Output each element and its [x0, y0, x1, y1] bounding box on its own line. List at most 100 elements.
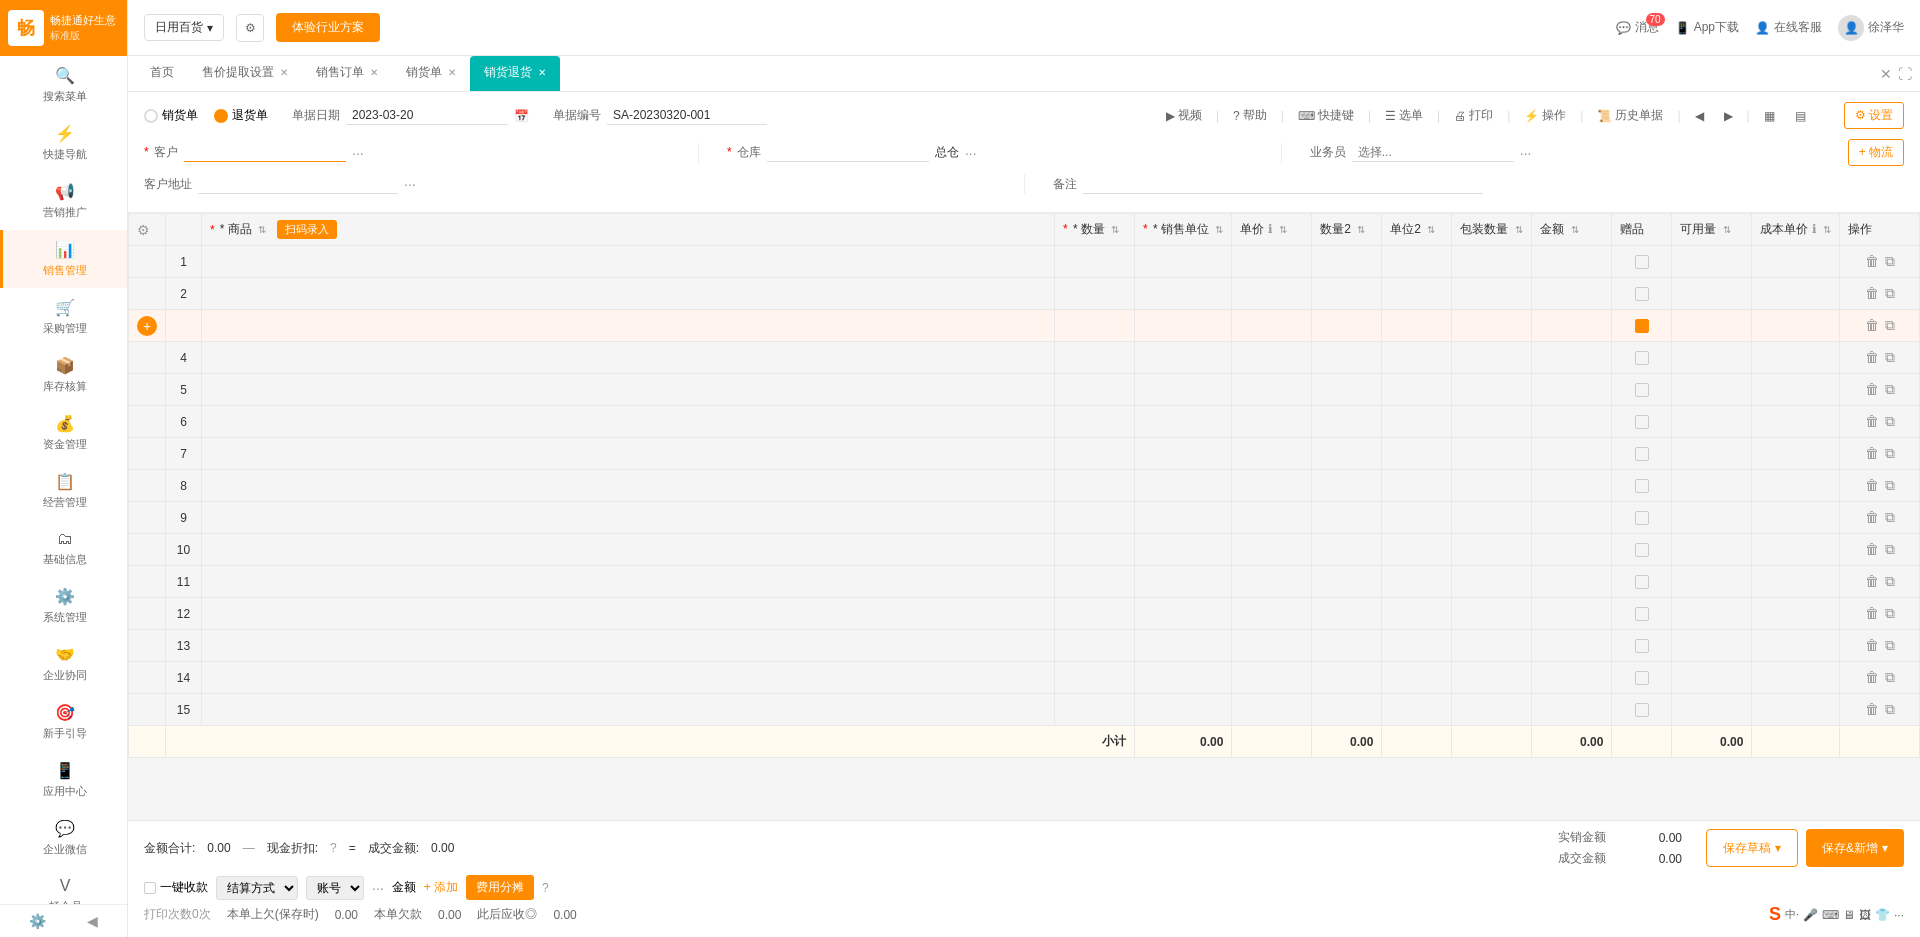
copy-icon[interactable]: ⧉ — [1885, 285, 1895, 302]
daily-select[interactable]: 日用百货 ▾ — [144, 14, 224, 41]
add-row-btn[interactable]: + — [137, 316, 157, 336]
keyboard-icon[interactable]: ⌨ — [1822, 908, 1839, 922]
shortcut-btn[interactable]: ⌨ 快捷键 — [1292, 105, 1360, 126]
row-amount[interactable] — [1532, 278, 1612, 310]
maximize-btn[interactable]: ⛶ — [1898, 66, 1912, 82]
one-click-payment-checkbox[interactable]: 一键收款 — [144, 879, 208, 896]
row-unit2[interactable] — [1382, 246, 1452, 278]
sidebar-item-member[interactable]: V 畅会员 — [0, 867, 127, 904]
row-pkg[interactable] — [1452, 246, 1532, 278]
message-btn[interactable]: 💬 消息 70 — [1616, 19, 1659, 36]
save-new-btn[interactable]: 保存&新增 ▾ — [1806, 829, 1904, 867]
qty-sort-icon[interactable]: ⇅ — [1111, 224, 1119, 235]
customer-dots-btn[interactable]: ··· — [352, 145, 364, 161]
radio-sale[interactable]: 销货单 — [144, 107, 198, 124]
copy-icon[interactable]: ⧉ — [1885, 349, 1895, 366]
sidebar-item-quicknav[interactable]: ⚡ 快捷导航 — [0, 114, 127, 172]
row-price[interactable] — [1232, 310, 1312, 342]
sidebar-item-inventory[interactable]: 📦 库存核算 — [0, 346, 127, 404]
copy-icon[interactable]: ⧉ — [1885, 445, 1895, 462]
tab-home[interactable]: 首页 — [136, 56, 188, 91]
sidebar-item-operations[interactable]: 📋 经营管理 — [0, 462, 127, 520]
logistics-btn[interactable]: + 物流 — [1848, 139, 1904, 166]
row-qty2[interactable] — [1312, 246, 1382, 278]
delete-icon[interactable]: 🗑 — [1865, 573, 1879, 590]
copy-icon[interactable]: ⧉ — [1885, 413, 1895, 430]
row-cost[interactable] — [1752, 246, 1840, 278]
fee-split-btn[interactable]: 费用分摊 — [466, 875, 534, 900]
row-price[interactable] — [1232, 246, 1312, 278]
operate-btn[interactable]: ⚡ 操作 — [1518, 105, 1572, 126]
delete-icon[interactable]: 🗑 — [1865, 253, 1879, 270]
doc-date-input[interactable] — [346, 106, 508, 125]
row-cost[interactable] — [1752, 278, 1840, 310]
payment-account-select[interactable]: 账号 — [306, 876, 364, 900]
tab-sale-order-close[interactable]: ✕ — [370, 67, 378, 78]
copy-icon[interactable]: ⧉ — [1885, 381, 1895, 398]
prev-doc-btn[interactable]: ◀ — [1689, 107, 1710, 125]
delete-icon[interactable]: 🗑 — [1865, 605, 1879, 622]
row-qty[interactable] — [1054, 246, 1134, 278]
row-amount[interactable] — [1532, 310, 1612, 342]
sales-person-input[interactable] — [1352, 143, 1514, 162]
sidebar-item-marketing[interactable]: 📢 营销推广 — [0, 172, 127, 230]
sidebar-item-finance[interactable]: 💰 资金管理 — [0, 404, 127, 462]
sales-person-dots-btn[interactable]: ··· — [1520, 145, 1532, 161]
account-dots-btn[interactable]: ··· — [372, 880, 384, 896]
tab-sale-return-close[interactable]: ✕ — [538, 67, 546, 78]
delete-icon[interactable]: 🗑 — [1865, 413, 1879, 430]
online-service-btn[interactable]: 👤 在线客服 — [1755, 19, 1822, 36]
copy-icon[interactable]: ⧉ — [1885, 573, 1895, 590]
row-amount[interactable] — [1532, 246, 1612, 278]
row-gift[interactable] — [1612, 278, 1672, 310]
more-icon[interactable]: ··· — [1894, 908, 1904, 922]
settings-icon[interactable]: ⚙ — [137, 222, 150, 238]
copy-icon[interactable]: ⧉ — [1885, 317, 1895, 334]
row-cost[interactable] — [1752, 310, 1840, 342]
unit2-sort-icon[interactable]: ⇅ — [1427, 224, 1435, 235]
delete-icon[interactable]: 🗑 — [1865, 445, 1879, 462]
sort-icon[interactable]: ⇅ — [258, 224, 266, 235]
header-settings-btn[interactable]: ⚙ — [236, 14, 264, 42]
delete-icon[interactable]: 🗑 — [1865, 285, 1879, 302]
radio-return[interactable]: 退货单 — [214, 107, 268, 124]
gift-checkbox[interactable] — [1635, 287, 1649, 301]
row-qty2[interactable] — [1312, 310, 1382, 342]
tab-sale-order[interactable]: 销售订单 ✕ — [302, 56, 392, 91]
sidebar-item-guide[interactable]: 🎯 新手引导 — [0, 693, 127, 751]
row-avail[interactable] — [1672, 246, 1752, 278]
sidebar-item-wechat[interactable]: 💬 企业微信 — [0, 809, 127, 867]
select-btn[interactable]: ☰ 选单 — [1379, 105, 1429, 126]
copy-icon[interactable]: ⧉ — [1885, 509, 1895, 526]
copy-icon[interactable]: ⧉ — [1885, 701, 1895, 718]
experience-btn[interactable]: 体验行业方案 — [276, 13, 380, 42]
save-draft-btn[interactable]: 保存草稿 ▾ — [1706, 829, 1798, 867]
row-unit[interactable] — [1134, 310, 1231, 342]
tab-sale-settings[interactable]: 售价提取设置 ✕ — [188, 56, 302, 91]
row-pkg[interactable] — [1452, 278, 1532, 310]
discount-info-icon[interactable]: ? — [330, 841, 337, 855]
row-product[interactable] — [202, 246, 1055, 278]
avail-sort-icon[interactable]: ⇅ — [1723, 224, 1731, 235]
next-doc-btn[interactable]: ▶ — [1718, 107, 1739, 125]
delete-icon[interactable]: 🗑 — [1865, 509, 1879, 526]
sidebar-item-search[interactable]: 🔍 搜索菜单 — [0, 56, 127, 114]
help-icon[interactable]: ? — [542, 881, 549, 895]
tab-sale-goods-close[interactable]: ✕ — [448, 67, 456, 78]
row-gift[interactable] — [1612, 246, 1672, 278]
tab-sale-return[interactable]: 销货退货 ✕ — [470, 56, 560, 91]
delete-icon[interactable]: 🗑 — [1865, 477, 1879, 494]
video-btn[interactable]: ▶ 视频 — [1160, 105, 1208, 126]
cost-info-icon[interactable]: ℹ — [1812, 222, 1817, 236]
card-view-btn[interactable]: ▤ — [1789, 107, 1812, 125]
warehouse-input[interactable] — [767, 143, 929, 162]
unit-sort-icon[interactable]: ⇅ — [1215, 224, 1223, 235]
address-dots-btn[interactable]: ··· — [404, 176, 416, 192]
row-avail[interactable] — [1672, 310, 1752, 342]
row-gift[interactable] — [1612, 310, 1672, 342]
sidebar-item-sales[interactable]: 📊 销售管理 — [0, 230, 127, 288]
scan-btn[interactable]: 扫码录入 — [277, 220, 337, 239]
row-qty[interactable] — [1054, 310, 1134, 342]
price-sort-icon[interactable]: ⇅ — [1279, 224, 1287, 235]
copy-icon[interactable]: ⧉ — [1885, 637, 1895, 654]
